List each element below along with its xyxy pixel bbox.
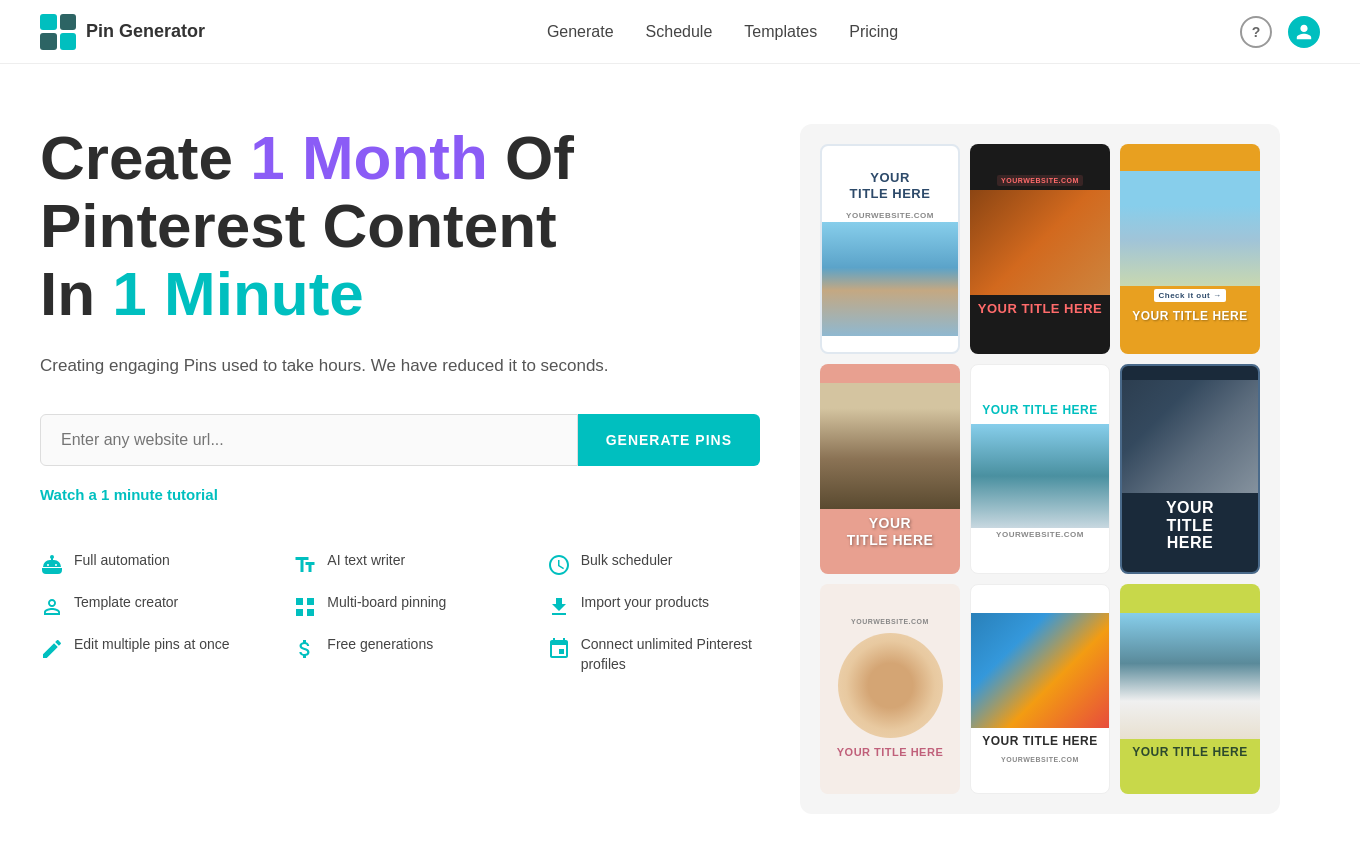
- pin-2-url: YOURWEBSITE.COM: [997, 175, 1083, 186]
- pin-4-image: [820, 383, 960, 509]
- feature-automation: Full automation: [40, 551, 253, 577]
- nav-schedule[interactable]: Schedule: [646, 23, 713, 41]
- pin-gallery: YOURTITLE HERE YOURWEBSITE.COM YOURWEBSI…: [800, 124, 1280, 814]
- help-button[interactable]: ?: [1240, 16, 1272, 48]
- feature-connect: Connect unlimited Pinterest profiles: [547, 635, 760, 674]
- pin-6-image: [1122, 380, 1258, 493]
- pin-8-title: YOUR TITLE HERE: [976, 728, 1104, 754]
- pin-6-title: YOURTITLEHERE: [1160, 493, 1220, 558]
- user-icon: [1295, 23, 1313, 41]
- pin-3-title: YOUR TITLE HERE: [1128, 305, 1252, 327]
- template-icon: [40, 595, 64, 619]
- import-icon: [547, 595, 571, 619]
- pin-7-image: [838, 633, 943, 738]
- pin-1-title: YOURTITLE HERE: [842, 162, 939, 209]
- pin-3-image: [1120, 171, 1260, 287]
- gallery-grid: YOURTITLE HERE YOURWEBSITE.COM YOURWEBSI…: [820, 144, 1260, 794]
- nav-icons: ?: [1240, 16, 1320, 48]
- connect-icon: [547, 637, 571, 661]
- pin-9-image: [1120, 613, 1260, 739]
- pin-9-title: YOUR TITLE HERE: [1126, 739, 1254, 765]
- pin-7-title: YOUR TITLE HERE: [833, 742, 948, 763]
- hero-subtitle: Creating engaging Pins used to take hour…: [40, 353, 760, 379]
- feature-import-text: Import your products: [581, 593, 709, 613]
- feature-edit-text: Edit multiple pins at once: [74, 635, 230, 655]
- hero-title-in: In: [40, 259, 112, 328]
- hero-accent-month: 1 Month: [250, 123, 488, 192]
- gallery-container: YOURTITLE HERE YOURWEBSITE.COM YOURWEBSI…: [800, 124, 1280, 814]
- integrations-section: Integrates with... P Pinterest Etsy Shop…: [0, 854, 1360, 859]
- logo-text: Pin Generator: [86, 21, 205, 42]
- generate-pins-button[interactable]: GENERATE PINS: [578, 414, 760, 466]
- pin-1-image: [822, 222, 958, 335]
- pin-card-4: YOURTITLE HERE: [820, 364, 960, 574]
- hero-accent-minute: 1 Minute: [112, 259, 363, 328]
- user-account-button[interactable]: [1288, 16, 1320, 48]
- nav-templates[interactable]: Templates: [744, 23, 817, 41]
- nav-links: Generate Schedule Templates Pricing: [547, 23, 898, 41]
- pin-card-1: YOURTITLE HERE YOURWEBSITE.COM: [820, 144, 960, 354]
- pin-card-2: YOURWEBSITE.COM YOUR TITLE HERE: [970, 144, 1110, 354]
- hero-title-pinterest-content: Pinterest Content: [40, 191, 557, 260]
- feature-import: Import your products: [547, 593, 760, 619]
- hero-left: Create 1 Month Of Pinterest Content In 1…: [40, 124, 760, 674]
- nav-pricing[interactable]: Pricing: [849, 23, 898, 41]
- pin-8-image: [971, 613, 1109, 727]
- tutorial-link[interactable]: Watch a 1 minute tutorial: [40, 486, 218, 503]
- text-icon: [293, 553, 317, 577]
- pin-card-8: YOUR TITLE HERE YOURWEBSITE.COM: [970, 584, 1110, 794]
- pin-5-image: [971, 424, 1109, 528]
- hero-input-row: GENERATE PINS: [40, 414, 760, 466]
- pin-5-title: YOUR TITLE HERE: [974, 397, 1106, 423]
- feature-multiboard: Multi-board pinning: [293, 593, 506, 619]
- pin-2-title: YOUR TITLE HERE: [972, 295, 1109, 323]
- pin-5-url: YOURWEBSITE.COM: [994, 528, 1086, 541]
- hero-section: Create 1 Month Of Pinterest Content In 1…: [0, 64, 1360, 854]
- feature-free: Free generations: [293, 635, 506, 674]
- pin-card-7: YOURWEBSITE.COM YOUR TITLE HERE: [820, 584, 960, 794]
- website-url-input[interactable]: [40, 414, 578, 466]
- robot-icon: [40, 553, 64, 577]
- logo[interactable]: Pin Generator: [40, 14, 205, 50]
- nav-generate[interactable]: Generate: [547, 23, 614, 41]
- pencil-icon: [40, 637, 64, 661]
- pin-card-9: YOUR TITLE HERE: [1120, 584, 1260, 794]
- hero-title-create: Create: [40, 123, 250, 192]
- hero-title: Create 1 Month Of Pinterest Content In 1…: [40, 124, 760, 329]
- grid-icon: [293, 595, 317, 619]
- pin-4-title: YOURTITLE HERE: [841, 509, 940, 555]
- feature-edit: Edit multiple pins at once: [40, 635, 253, 674]
- pin-2-image: [970, 190, 1110, 295]
- pin-8-url: YOURWEBSITE.COM: [999, 754, 1081, 765]
- feature-automation-text: Full automation: [74, 551, 170, 571]
- feature-connect-text: Connect unlimited Pinterest profiles: [581, 635, 760, 674]
- dollar-icon: [293, 637, 317, 661]
- features-grid: Full automation AI text writer Bulk sche…: [40, 551, 760, 674]
- feature-free-text: Free generations: [327, 635, 433, 655]
- feature-bulk-text: Bulk scheduler: [581, 551, 673, 571]
- feature-bulk: Bulk scheduler: [547, 551, 760, 577]
- clock-icon: [547, 553, 571, 577]
- pin-1-url: YOURWEBSITE.COM: [844, 209, 936, 222]
- logo-icon: [40, 14, 76, 50]
- pin-7-url: YOURWEBSITE.COM: [847, 614, 933, 629]
- pin-card-6: YOURTITLEHERE: [1120, 364, 1260, 574]
- feature-ai-text-label: AI text writer: [327, 551, 405, 571]
- feature-ai-text: AI text writer: [293, 551, 506, 577]
- feature-multiboard-text: Multi-board pinning: [327, 593, 446, 613]
- navbar: Pin Generator Generate Schedule Template…: [0, 0, 1360, 64]
- hero-title-of: Of: [488, 123, 574, 192]
- pin-card-3: Check it out → YOUR TITLE HERE: [1120, 144, 1260, 354]
- feature-template: Template creator: [40, 593, 253, 619]
- feature-template-text: Template creator: [74, 593, 178, 613]
- pin-3-check: Check it out →: [1154, 289, 1225, 302]
- pin-card-5: YOUR TITLE HERE YOURWEBSITE.COM: [970, 364, 1110, 574]
